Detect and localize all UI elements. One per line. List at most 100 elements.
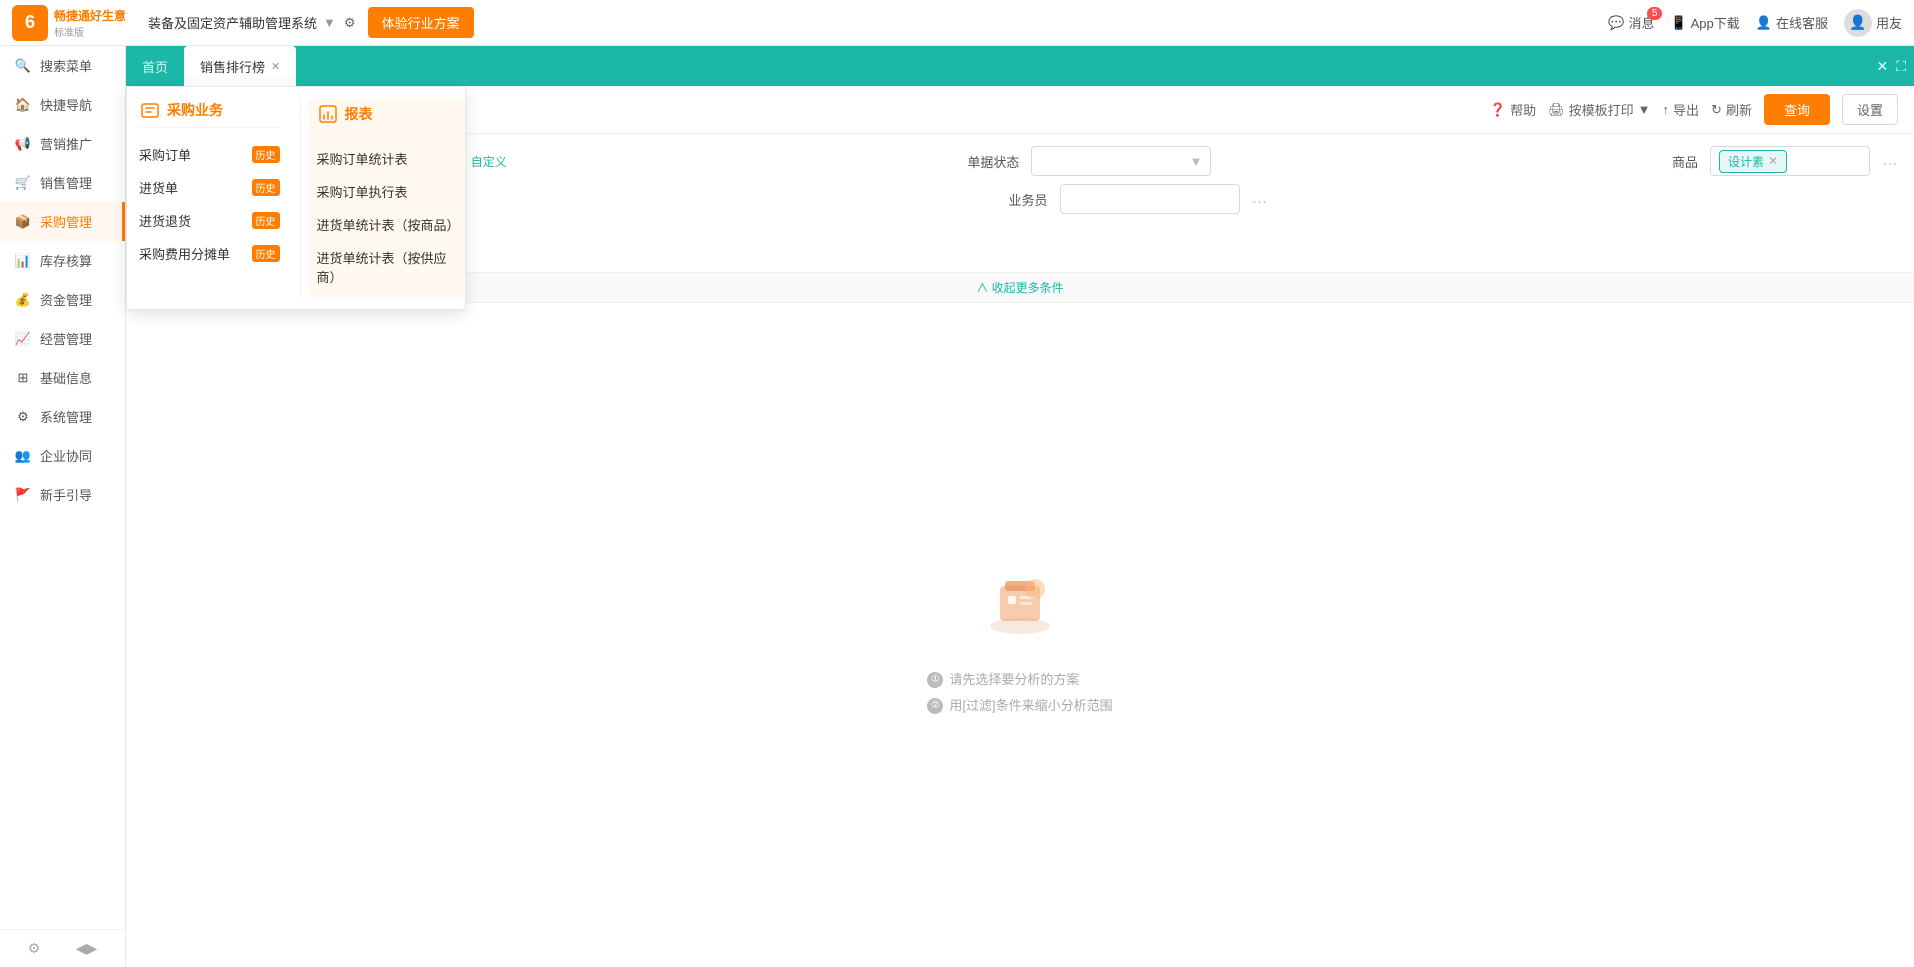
settings-icon[interactable]: ⚙: [344, 15, 356, 31]
tab-close-all-icon[interactable]: ✕: [1876, 58, 1888, 75]
expense-label: 采购费用分摊单: [139, 244, 230, 263]
help-btn[interactable]: ❓ 帮助: [1490, 100, 1536, 119]
refresh-btn[interactable]: ↻ 刷新: [1711, 100, 1752, 119]
dropdown-item-purchase-order[interactable]: 采购订单 历史: [139, 138, 280, 171]
salesperson-label: 业务员: [1009, 190, 1048, 209]
report-col-icon: [317, 103, 339, 125]
sidebar-item-finance[interactable]: 💰 资金管理: [0, 280, 125, 319]
sidebar-item-purchase[interactable]: 📦 采购管理: [0, 202, 125, 241]
print-btn[interactable]: 🖨 按模板打印 ▼: [1548, 100, 1650, 119]
tip-num-1: ①: [927, 672, 943, 688]
voucher-status-dropdown-icon: ▼: [1190, 154, 1203, 169]
top-bar: 6 畅捷通好生意 标准版 装备及固定资产辅助管理系统 ▼ ⚙ 体验行业方案 💬 …: [0, 0, 1914, 46]
message-btn[interactable]: 💬 消息 5: [1608, 13, 1654, 32]
empty-state-icon: [970, 551, 1070, 651]
goods-more-options[interactable]: …: [1882, 152, 1898, 170]
sidebar-item-operation[interactable]: 📈 经营管理: [0, 319, 125, 358]
empty-tips: ① 请先选择要分析的方案 ② 用[过滤]条件来缩小分析范围: [927, 667, 1112, 719]
sidebar-label-purchase: 采购管理: [40, 212, 92, 231]
goods-tag-remove[interactable]: ✕: [1768, 154, 1778, 168]
tab-home[interactable]: 首页: [126, 46, 184, 86]
user-avatar: 👤: [1844, 9, 1872, 37]
goods-tag-value: 设计素: [1728, 153, 1764, 170]
settings-btn[interactable]: 设置: [1842, 94, 1898, 125]
top-bar-right: 💬 消息 5 📱 App下载 👤 在线客服 👤 用友: [1608, 9, 1902, 37]
expense-history-badge: 历史: [252, 245, 280, 262]
online-service-label: 在线客服: [1776, 13, 1828, 32]
online-service-btn[interactable]: 👤 在线客服: [1756, 13, 1828, 32]
return-history-badge: 历史: [252, 212, 280, 229]
sidebar-item-basic[interactable]: ⊞ 基础信息: [0, 358, 125, 397]
home-icon: 🏠: [14, 96, 32, 114]
sidebar-item-search[interactable]: 🔍 搜索菜单: [0, 46, 125, 85]
purchase-col-icon: [139, 99, 161, 121]
sidebar-bottom: ⚙ ◀▶: [0, 929, 125, 967]
message-badge: 5: [1647, 7, 1663, 20]
sidebar-item-inventory[interactable]: 📊 库存核算: [0, 241, 125, 280]
system-name: 装备及固定资产辅助管理系统: [148, 13, 317, 32]
sidebar-item-enterprise[interactable]: 👥 企业协同: [0, 436, 125, 475]
order-exec-label: 采购订单执行表: [317, 182, 408, 201]
dropdown-item-order-exec[interactable]: 采购订单执行表: [317, 175, 458, 208]
chart-icon: 📈: [14, 330, 32, 348]
user-area[interactable]: 👤 用友: [1844, 9, 1902, 37]
dropdown-item-expense[interactable]: 采购费用分摊单 历史: [139, 237, 280, 270]
dropdown-item-order-stats[interactable]: 采购订单统计表: [317, 142, 458, 175]
empty-tip-1: ① 请先选择要分析的方案: [927, 667, 1112, 693]
sidebar-settings-btn[interactable]: ⚙: [28, 940, 41, 957]
return-label: 进货退货: [139, 211, 191, 230]
inbound-label: 进货单: [139, 178, 178, 197]
cube-icon: 📊: [14, 252, 32, 270]
logo-icon: 6: [12, 5, 48, 41]
voucher-status-select[interactable]: ▼: [1031, 146, 1211, 176]
app-download-btn[interactable]: 📱 App下载: [1670, 13, 1739, 32]
report-col: 报表 采购订单统计表 采购订单执行表 进货单统计表（按商品） 进货单统计表（按供…: [309, 99, 466, 297]
goods-tag: 设计素 ✕: [1719, 150, 1787, 173]
tab-sales-rank-label: 销售排行榜: [200, 57, 265, 76]
tab-fullscreen-icon[interactable]: ⛶: [1896, 58, 1906, 75]
sidebar-item-marketing[interactable]: 📢 营销推广: [0, 124, 125, 163]
sidebar-label-operation: 经营管理: [40, 329, 92, 348]
tab-sales-rank[interactable]: 销售排行榜 ✕: [184, 46, 296, 86]
dropdown-item-inbound-stats-supplier[interactable]: 进货单统计表（按供应商）: [317, 241, 458, 293]
sidebar-label-inventory: 库存核算: [40, 251, 92, 270]
purchase-col: 采购业务 采购订单 历史 进货单 历史 进货退货 历史 采购费用分摊单 历史: [127, 99, 292, 297]
industry-btn[interactable]: 体验行业方案: [368, 7, 474, 38]
date-preset-custom[interactable]: 自定义: [471, 153, 507, 170]
purchase-order-history-badge: 历史: [252, 146, 280, 163]
salesperson-more-options[interactable]: …: [1252, 190, 1268, 208]
app-download-label: App下载: [1691, 13, 1740, 32]
help-icon: ❓: [1490, 102, 1506, 118]
tip-num-2: ②: [927, 698, 943, 714]
package-icon: 📦: [14, 213, 32, 231]
purchase-col-title-text: 采购业务: [167, 100, 223, 120]
sidebar-label-basic: 基础信息: [40, 368, 92, 387]
sidebar-item-quicknav[interactable]: 🏠 快捷导航: [0, 85, 125, 124]
tab-close-icon[interactable]: ✕: [271, 60, 280, 73]
system-dropdown-icon[interactable]: ▼: [323, 15, 336, 30]
query-btn[interactable]: 查询: [1764, 94, 1830, 125]
sidebar-item-system[interactable]: ⚙ 系统管理: [0, 397, 125, 436]
empty-tip-2: ② 用[过滤]条件来缩小分析范围: [927, 693, 1112, 719]
flag-icon: 🚩: [14, 486, 32, 504]
logo-line2: 标准版: [54, 24, 126, 39]
message-icon: 💬: [1608, 15, 1624, 31]
report-col-title: 报表: [317, 103, 458, 132]
voucher-status-label: 单据状态: [967, 152, 1019, 171]
tabs-bar-right: ✕ ⛶: [1876, 58, 1914, 75]
salesperson-input[interactable]: [1060, 184, 1240, 214]
collapse-icon: ∧: [976, 281, 988, 295]
refresh-label: 刷新: [1726, 100, 1752, 119]
sidebar-collapse-btn[interactable]: ◀▶: [76, 940, 98, 957]
print-dropdown-icon: ▼: [1638, 102, 1651, 117]
goods-filter-input[interactable]: 设计素 ✕: [1710, 146, 1870, 176]
export-btn[interactable]: ↑ 导出: [1663, 100, 1700, 119]
sidebar-label-search: 搜索菜单: [40, 56, 92, 75]
purchase-dropdown-menu: 采购业务 采购订单 历史 进货单 历史 进货退货 历史 采购费用分摊单 历史: [126, 86, 466, 310]
dropdown-item-inbound-stats-goods[interactable]: 进货单统计表（按商品）: [317, 208, 458, 241]
sidebar-label-system: 系统管理: [40, 407, 92, 426]
sidebar-item-guide[interactable]: 🚩 新手引导: [0, 475, 125, 514]
dropdown-item-inbound[interactable]: 进货单 历史: [139, 171, 280, 204]
dropdown-item-return[interactable]: 进货退货 历史: [139, 204, 280, 237]
sidebar-item-sales[interactable]: 🛒 销售管理: [0, 163, 125, 202]
